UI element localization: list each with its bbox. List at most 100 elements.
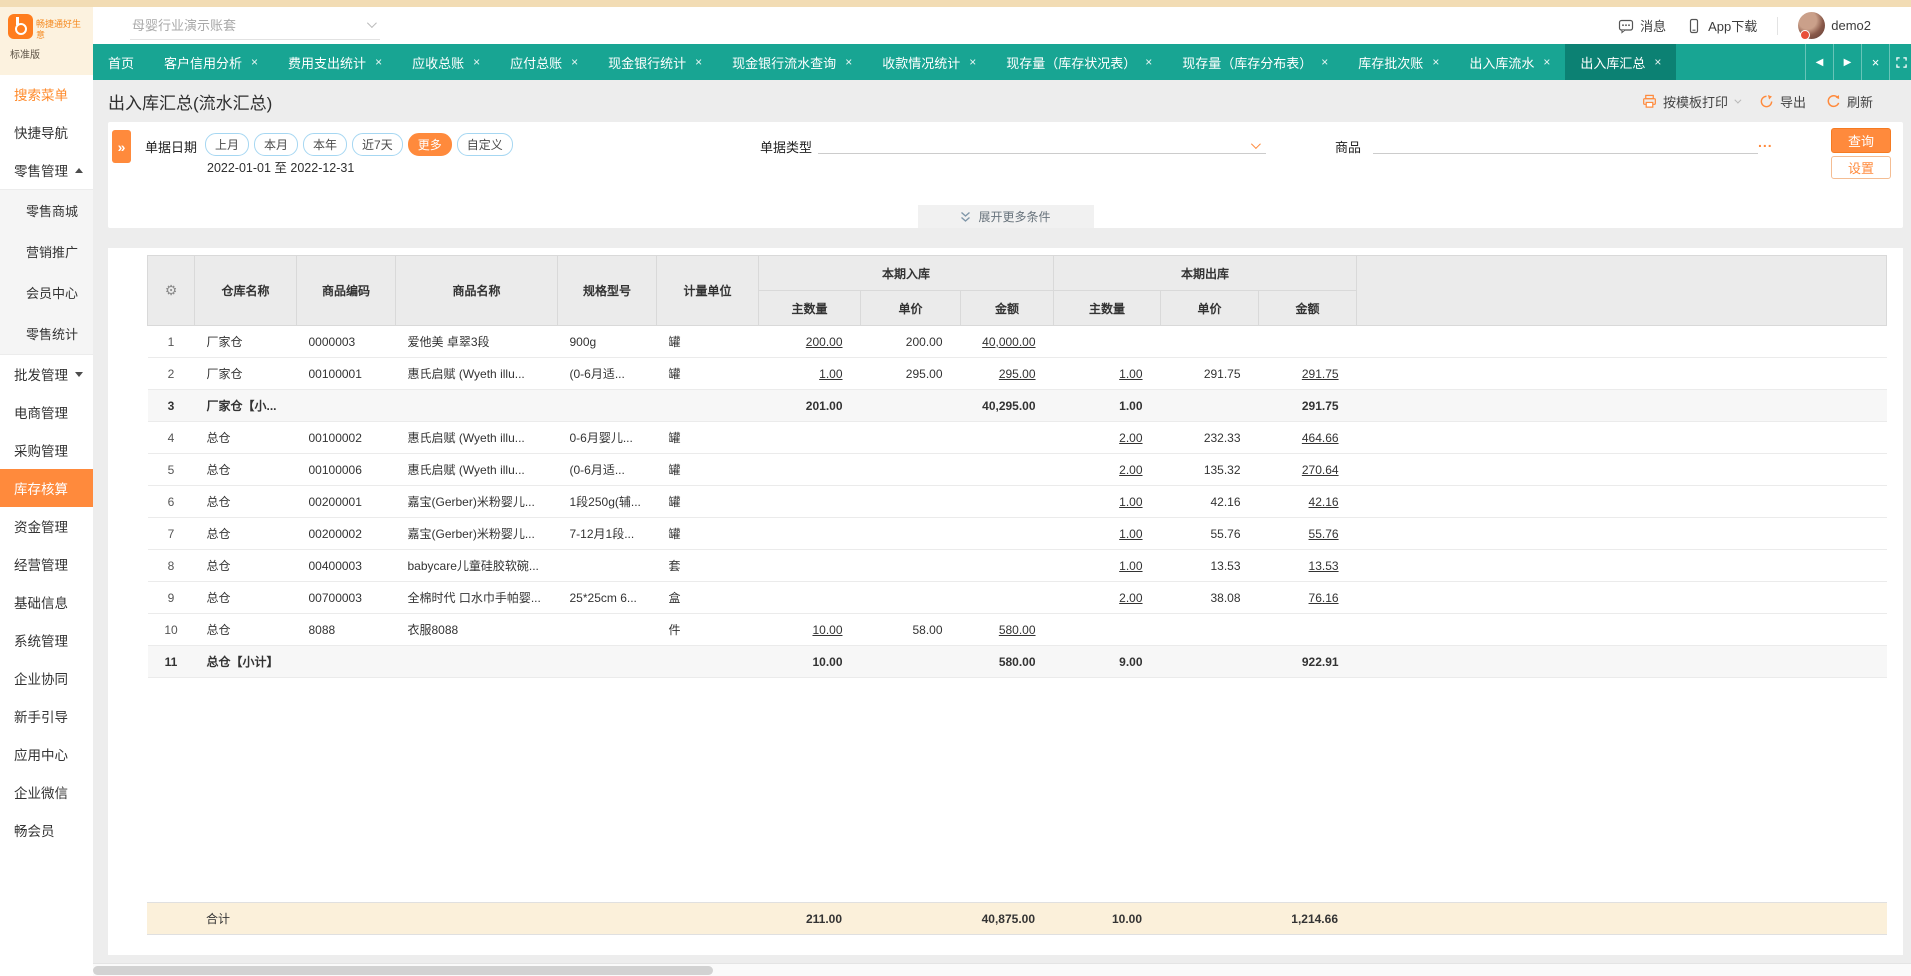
close-icon[interactable]: × bbox=[1654, 55, 1661, 69]
close-icon[interactable]: × bbox=[1432, 55, 1439, 69]
drill-link[interactable] bbox=[960, 453, 1054, 486]
drill-link[interactable]: 2.00 bbox=[1053, 421, 1161, 454]
drill-link[interactable]: 1.00 bbox=[1053, 485, 1161, 518]
drill-link[interactable]: 295.00 bbox=[960, 357, 1054, 390]
close-icon[interactable]: × bbox=[845, 55, 852, 69]
close-icon[interactable]: × bbox=[1321, 55, 1328, 69]
drill-link[interactable] bbox=[1258, 613, 1357, 646]
drill-link[interactable]: 55.76 bbox=[1258, 517, 1357, 550]
sidebar-item-chang-member[interactable]: 畅会员 bbox=[0, 811, 93, 849]
drill-link[interactable]: 580.00 bbox=[960, 613, 1054, 646]
drill-link[interactable]: 1.00 bbox=[1053, 549, 1161, 582]
drill-link[interactable] bbox=[758, 517, 861, 550]
sidebar-item-purchase-mgmt[interactable]: 采购管理 bbox=[0, 431, 93, 469]
table-row[interactable]: 6 总仓 00200001 嘉宝(Gerber)米粉婴儿... 1段250g(辅… bbox=[147, 485, 1887, 518]
drill-link[interactable] bbox=[1053, 325, 1161, 358]
user-menu[interactable]: demo2 bbox=[1798, 12, 1871, 40]
tab-inout-summary[interactable]: 出入库汇总 × bbox=[1565, 44, 1677, 80]
close-icon[interactable]: × bbox=[571, 55, 578, 69]
tab-inout-flow[interactable]: 出入库流水 × bbox=[1454, 44, 1565, 80]
sidebar-item-wholesale-mgmt[interactable]: 批发管理 bbox=[0, 355, 93, 393]
tab-stock-distribution[interactable]: 现存量（库存分布表） × bbox=[1167, 44, 1343, 80]
table-row[interactable]: 10 总仓 8088 衣服8088 件 10.00 58.00 580.00 bbox=[147, 613, 1887, 646]
close-icon[interactable]: × bbox=[1543, 55, 1550, 69]
close-icon[interactable]: × bbox=[695, 55, 702, 69]
table-row[interactable]: 2 厂家仓 00100001 惠氏启赋 (Wyeth illu... (0-6月… bbox=[147, 357, 1887, 390]
tab-receipt-stats[interactable]: 收款情况统计 × bbox=[867, 44, 991, 80]
collapse-filter-button[interactable]: » bbox=[112, 130, 131, 163]
product-picker-button[interactable]: ... bbox=[1758, 134, 1773, 150]
sidebar-item-retail-stats[interactable]: 零售统计 bbox=[0, 313, 93, 354]
sidebar-item-marketing[interactable]: 营销推广 bbox=[0, 231, 93, 272]
preset-more[interactable]: 更多 bbox=[407, 133, 452, 156]
tab-ap-ledger[interactable]: 应付总账 × bbox=[495, 44, 593, 80]
drill-link[interactable]: 13.53 bbox=[1258, 549, 1357, 582]
sidebar-item-operation-mgmt[interactable]: 经营管理 bbox=[0, 545, 93, 583]
tabs-close-all-button[interactable]: × bbox=[1861, 44, 1889, 80]
messages-button[interactable]: 消息 bbox=[1618, 16, 1666, 35]
sidebar-item-newbie-guide[interactable]: 新手引导 bbox=[0, 697, 93, 735]
table-row[interactable]: 5 总仓 00100006 惠氏启赋 (Wyeth illu... (0-6月适… bbox=[147, 453, 1887, 486]
tab-cash-bank-flow-query[interactable]: 现金银行流水查询 × bbox=[717, 44, 867, 80]
drill-link[interactable] bbox=[758, 485, 861, 518]
export-button[interactable]: 导出 bbox=[1759, 92, 1806, 111]
drill-link[interactable]: 200.00 bbox=[758, 325, 861, 358]
close-icon[interactable]: × bbox=[969, 55, 976, 69]
expand-more-conditions[interactable]: 展开更多条件 bbox=[917, 205, 1094, 228]
preset-last-7-days[interactable]: 近7天 bbox=[352, 133, 403, 156]
table-row[interactable]: 4 总仓 00100002 惠氏启赋 (Wyeth illu... 0-6月婴儿… bbox=[147, 421, 1887, 454]
preset-this-year[interactable]: 本年 bbox=[303, 133, 348, 156]
close-icon[interactable]: × bbox=[251, 55, 258, 69]
drill-link[interactable]: 291.75 bbox=[1258, 357, 1357, 390]
drill-link[interactable]: 1.00 bbox=[758, 357, 861, 390]
sidebar-item-funds-mgmt[interactable]: 资金管理 bbox=[0, 507, 93, 545]
tab-customer-credit[interactable]: 客户信用分析 × bbox=[149, 44, 273, 80]
drill-link[interactable] bbox=[960, 517, 1054, 550]
table-row[interactable]: 7 总仓 00200002 嘉宝(Gerber)米粉婴儿... 7-12月1段.… bbox=[147, 517, 1887, 550]
fullscreen-icon[interactable] bbox=[1889, 44, 1911, 80]
preset-custom[interactable]: 自定义 bbox=[456, 133, 513, 156]
doc-type-select[interactable] bbox=[818, 130, 1266, 154]
drill-link[interactable] bbox=[758, 421, 861, 454]
close-icon[interactable]: × bbox=[473, 55, 480, 69]
product-input[interactable] bbox=[1373, 130, 1758, 154]
drill-link[interactable]: 2.00 bbox=[1053, 453, 1161, 486]
drill-link[interactable] bbox=[960, 421, 1054, 454]
drill-link[interactable]: 2.00 bbox=[1053, 581, 1161, 614]
drill-link[interactable]: 1.00 bbox=[1053, 517, 1161, 550]
drill-link[interactable] bbox=[960, 485, 1054, 518]
drill-link[interactable] bbox=[758, 453, 861, 486]
date-range-value[interactable]: 2022-01-01 至 2022-12-31 bbox=[207, 157, 354, 176]
drill-link[interactable]: 40,000.00 bbox=[960, 325, 1054, 358]
drill-link[interactable]: 42.16 bbox=[1258, 485, 1357, 518]
tabs-scroll-left-button[interactable]: ◀ bbox=[1805, 44, 1833, 80]
app-download-button[interactable]: App下载 bbox=[1686, 16, 1757, 35]
drill-link[interactable] bbox=[758, 581, 861, 614]
table-row[interactable]: 1 厂家仓 0000003 爱他美 卓翠3段 900g 罐 200.00 200… bbox=[147, 325, 1887, 358]
print-by-template-button[interactable]: 按模板打印 bbox=[1642, 92, 1742, 111]
drill-link[interactable] bbox=[1258, 325, 1357, 358]
drill-link[interactable] bbox=[960, 549, 1054, 582]
drill-link[interactable] bbox=[960, 581, 1054, 614]
drill-link[interactable] bbox=[758, 549, 861, 582]
tab-stock-status[interactable]: 现存量（库存状况表） × bbox=[991, 44, 1167, 80]
sidebar-item-enterprise-wechat[interactable]: 企业微信 bbox=[0, 773, 93, 811]
close-icon[interactable]: × bbox=[375, 55, 382, 69]
drill-link[interactable]: 76.16 bbox=[1258, 581, 1357, 614]
sidebar-item-basic-info[interactable]: 基础信息 bbox=[0, 583, 93, 621]
sidebar-item-system-mgmt[interactable]: 系统管理 bbox=[0, 621, 93, 659]
scrollbar-thumb[interactable] bbox=[93, 966, 713, 975]
close-icon[interactable]: × bbox=[1145, 55, 1152, 69]
drill-link[interactable]: 1.00 bbox=[1053, 357, 1161, 390]
sidebar-item-app-center[interactable]: 应用中心 bbox=[0, 735, 93, 773]
drill-link[interactable]: 10.00 bbox=[758, 613, 861, 646]
drill-link[interactable]: 270.64 bbox=[1258, 453, 1357, 486]
sidebar-item-member-center[interactable]: 会员中心 bbox=[0, 272, 93, 313]
table-row[interactable]: 8 总仓 00400003 babycare儿童硅胶软碗... 套 1.00 1… bbox=[147, 549, 1887, 582]
sidebar-item-ecommerce-mgmt[interactable]: 电商管理 bbox=[0, 393, 93, 431]
drill-link[interactable]: 464.66 bbox=[1258, 421, 1357, 454]
table-row[interactable]: 9 总仓 00700003 全棉时代 口水巾手帕婴... 25*25cm 6..… bbox=[147, 581, 1887, 614]
sidebar-item-enterprise-collab[interactable]: 企业协同 bbox=[0, 659, 93, 697]
tab-stock-batch[interactable]: 库存批次账 × bbox=[1343, 44, 1454, 80]
query-button[interactable]: 查询 bbox=[1831, 128, 1891, 153]
